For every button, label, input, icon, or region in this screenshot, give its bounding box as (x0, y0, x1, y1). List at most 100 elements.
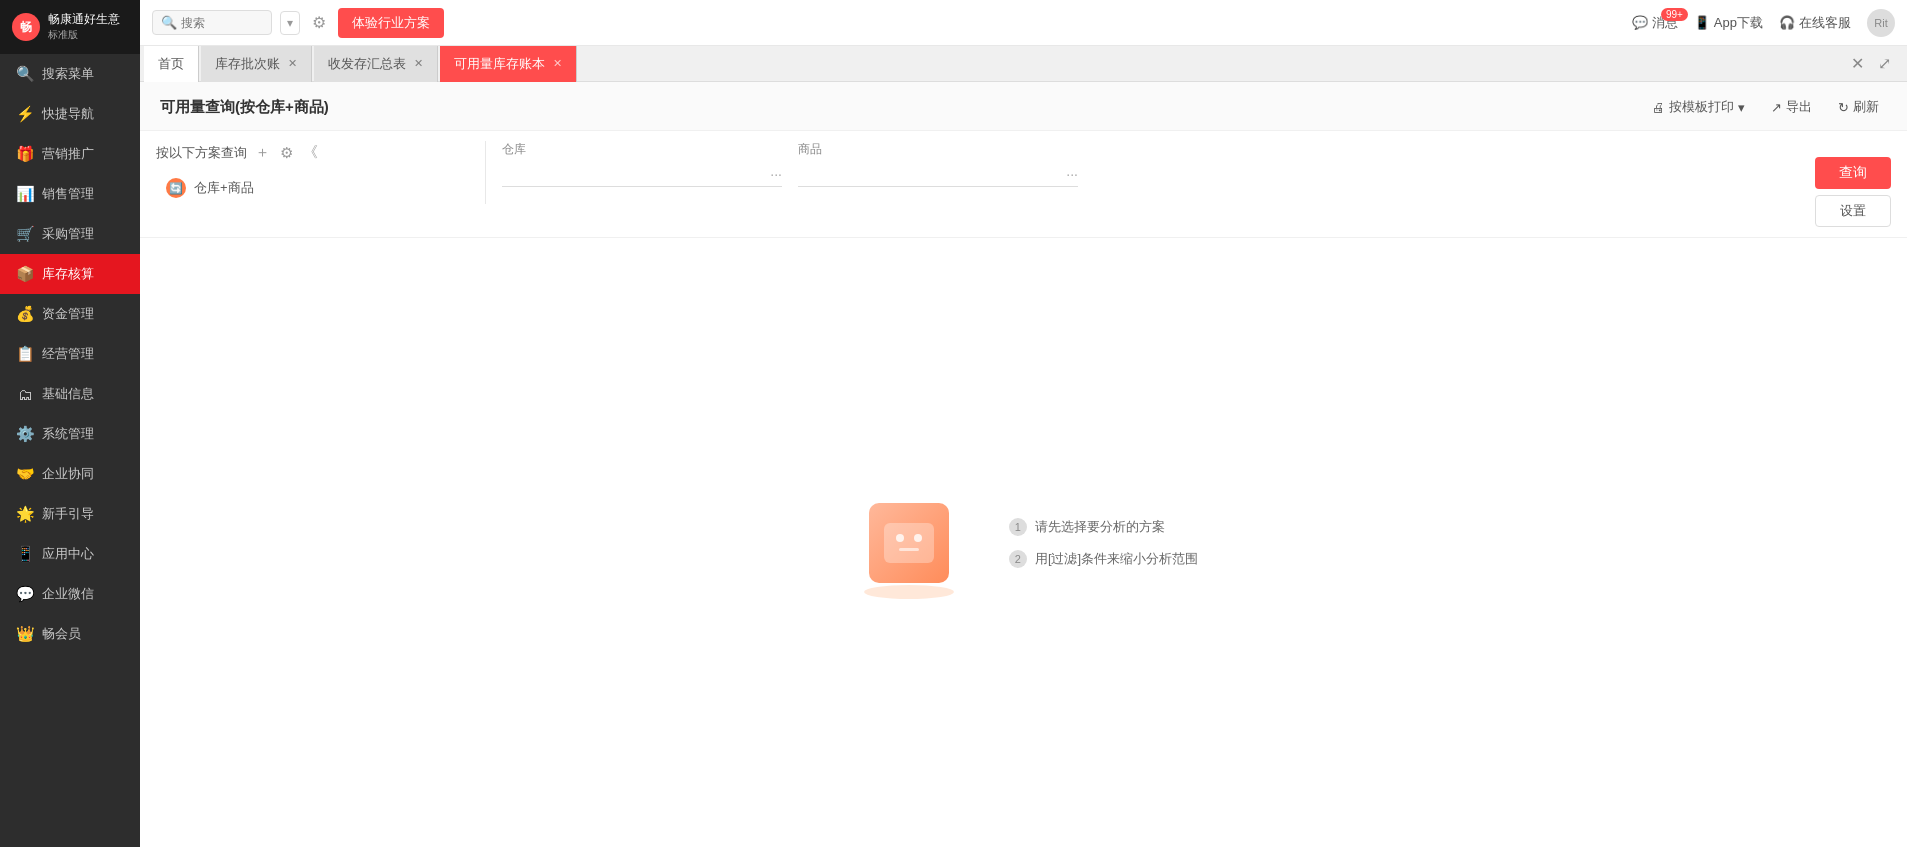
query-button[interactable]: 查询 (1815, 157, 1891, 189)
sidebar-item-marketing[interactable]: 🎁 营销推广 (0, 134, 140, 174)
shadow-ellipse (864, 585, 954, 599)
edit-scheme-button[interactable]: ⚙ (278, 142, 295, 164)
message-button[interactable]: 💬 消息 99+ (1632, 14, 1678, 32)
sidebar-label-member: 畅会员 (42, 625, 81, 643)
sidebar-icon-wechat: 💬 (16, 585, 34, 603)
tab-summary[interactable]: 收发存汇总表 ✕ (314, 46, 438, 82)
sidebar-item-basic[interactable]: 🗂基础信息 (0, 374, 140, 414)
goods-input[interactable] (798, 167, 1062, 182)
sidebar-label-newguide: 新手引导 (42, 505, 94, 523)
sidebar-item-newguide[interactable]: 🌟 新手引导 (0, 494, 140, 534)
sidebar-label-finance: 资金管理 (42, 305, 94, 323)
topbar-dropdown[interactable]: ▾ (280, 11, 300, 35)
query-scheme-col: 按以下方案查询 ＋ ⚙ 《 🔄仓库+商品 (156, 141, 486, 204)
settings-button[interactable]: 设置 (1815, 195, 1891, 227)
sidebar-label-basic: 基础信息 (42, 385, 94, 403)
sidebar-logo: 畅 (12, 13, 40, 41)
scheme-label: 按以下方案查询 (156, 144, 247, 162)
main-area: 🔍 ▾ ⚙ 体验行业方案 💬 消息 99+ 📱 App下载 🎧 在线客服 Rit (140, 0, 1907, 847)
sidebar-label-marketing: 营销推广 (42, 145, 94, 163)
scheme-item-warehouse_goods[interactable]: 🔄仓库+商品 (156, 172, 473, 204)
sidebar-icon-marketing: 🎁 (16, 145, 34, 163)
query-actions: 查询 设置 (1803, 141, 1891, 227)
message-icon: 💬 (1632, 15, 1648, 30)
sidebar-label-inventory: 库存核算 (42, 265, 94, 283)
refresh-button[interactable]: ↻ 刷新 (1830, 94, 1887, 120)
sidebar-item-appcenter[interactable]: 📱应用中心 (0, 534, 140, 574)
page-title: 可用量查询(按仓库+商品) (160, 98, 329, 117)
sidebar-item-sales[interactable]: 📊 销售管理 (0, 174, 140, 214)
tab-close-available[interactable]: ✕ (553, 57, 562, 70)
sidebar-label-enterprise: 企业协同 (42, 465, 94, 483)
sidebar-label-sales: 销售管理 (42, 185, 94, 203)
chevron-down-icon: ▾ (1738, 100, 1745, 115)
sidebar-item-enterprise[interactable]: 🤝企业协同 (0, 454, 140, 494)
sidebar-brand: 畅康通好生意 标准版 (48, 12, 120, 42)
topbar-search-box[interactable]: 🔍 (152, 10, 272, 35)
warehouse-more-button[interactable]: ··· (770, 166, 782, 182)
sidebar-item-shortcut[interactable]: ⚡ 快捷导航 (0, 94, 140, 134)
goods-label: 商品 (798, 141, 1078, 158)
sidebar-scroll: 🔍搜索菜单 ⚡ 快捷导航 🎁 营销推广 📊 销售管理 🛒采购管理 📦 库存核算 💰 资金管理 📋经营管理… (0, 54, 140, 847)
sidebar-item-member[interactable]: 👑畅会员 (0, 614, 140, 654)
print-button[interactable]: 🖨 按模板打印 ▾ (1644, 94, 1753, 120)
expand-tab-button[interactable]: ⤢ (1874, 52, 1895, 75)
sidebar-icon-purchase: 🛒 (16, 225, 34, 243)
message-badge: 99+ (1661, 8, 1688, 21)
refresh-icon: ↻ (1838, 100, 1849, 115)
empty-illustration (849, 483, 969, 603)
sidebar-item-finance[interactable]: 💰 资金管理 (0, 294, 140, 334)
sidebar-item-inventory[interactable]: 📦 库存核算 (0, 254, 140, 294)
sidebar-icon-finance: 💰 (16, 305, 34, 323)
settings-icon[interactable]: ⚙ (308, 9, 330, 36)
search-input[interactable] (181, 16, 261, 30)
sidebar-icon-shortcut: ⚡ (16, 105, 34, 123)
step-2-circle: 2 (1009, 550, 1027, 568)
query-fields-col: 仓库 ··· 商品 ··· (486, 141, 1803, 227)
warehouse-input[interactable] (502, 167, 766, 182)
step-1-circle: 1 (1009, 518, 1027, 536)
close-tab-button[interactable]: ✕ (1847, 52, 1868, 75)
app-download-button[interactable]: 📱 App下载 (1694, 14, 1763, 32)
sidebar-icon-newguide: 🌟 (16, 505, 34, 523)
sidebar-item-system[interactable]: ⚙️ 系统管理 (0, 414, 140, 454)
robot-eye-left (896, 534, 904, 542)
tab-available[interactable]: 可用量库存账本✕ (440, 46, 577, 82)
avatar[interactable]: Rit (1867, 9, 1895, 37)
sidebar-label-shortcut: 快捷导航 (42, 105, 94, 123)
goods-input-box[interactable]: ··· (798, 162, 1078, 187)
sidebar-item-search[interactable]: 🔍搜索菜单 (0, 54, 140, 94)
tab-close-batch[interactable]: ✕ (288, 57, 297, 70)
topbar: 🔍 ▾ ⚙ 体验行业方案 💬 消息 99+ 📱 App下载 🎧 在线客服 Rit (140, 0, 1907, 46)
goods-more-button[interactable]: ··· (1066, 166, 1078, 182)
tab-batch[interactable]: 库存批次账✕ (201, 46, 312, 82)
page-content: 可用量查询(按仓库+商品) 🖨 按模板打印 ▾ ↗ 导出 ↻ 刷新 (140, 82, 1907, 847)
export-button[interactable]: ↗ 导出 (1763, 94, 1820, 120)
sidebar-label-operation: 经营管理 (42, 345, 94, 363)
export-icon: ↗ (1771, 100, 1782, 115)
tab-label-summary: 收发存汇总表 (328, 55, 406, 73)
warehouse-field: 仓库 ··· (502, 141, 782, 187)
tab-close-summary[interactable]: ✕ (414, 57, 423, 70)
sidebar-icon-inventory: 📦 (16, 265, 34, 283)
sidebar-item-purchase[interactable]: 🛒采购管理 (0, 214, 140, 254)
warehouse-input-box[interactable]: ··· (502, 162, 782, 187)
tab-home[interactable]: 首页 (144, 46, 199, 82)
scheme-icon-warehouse_goods: 🔄 (166, 178, 186, 198)
industry-solution-button[interactable]: 体验行业方案 (338, 8, 444, 38)
sidebar-label-search: 搜索菜单 (42, 65, 94, 83)
warehouse-label: 仓库 (502, 141, 782, 158)
sidebar-item-wechat[interactable]: 💬企业微信 (0, 574, 140, 614)
sidebar-icon-system: ⚙️ (16, 425, 34, 443)
tab-label-home: 首页 (158, 55, 184, 73)
page-header-actions: 🖨 按模板打印 ▾ ↗ 导出 ↻ 刷新 (1644, 94, 1887, 120)
sidebar-label-appcenter: 应用中心 (42, 545, 94, 563)
sidebar-label-system: 系统管理 (42, 425, 94, 443)
query-scheme-header: 按以下方案查询 ＋ ⚙ 《 (156, 141, 473, 164)
sidebar-item-operation[interactable]: 📋经营管理 (0, 334, 140, 374)
collapse-scheme-button[interactable]: 《 (301, 141, 320, 164)
sidebar-icon-sales: 📊 (16, 185, 34, 203)
add-scheme-button[interactable]: ＋ (253, 141, 272, 164)
query-panel: 按以下方案查询 ＋ ⚙ 《 🔄仓库+商品 仓库 ··· (140, 131, 1907, 238)
online-service-button[interactable]: 🎧 在线客服 (1779, 14, 1851, 32)
